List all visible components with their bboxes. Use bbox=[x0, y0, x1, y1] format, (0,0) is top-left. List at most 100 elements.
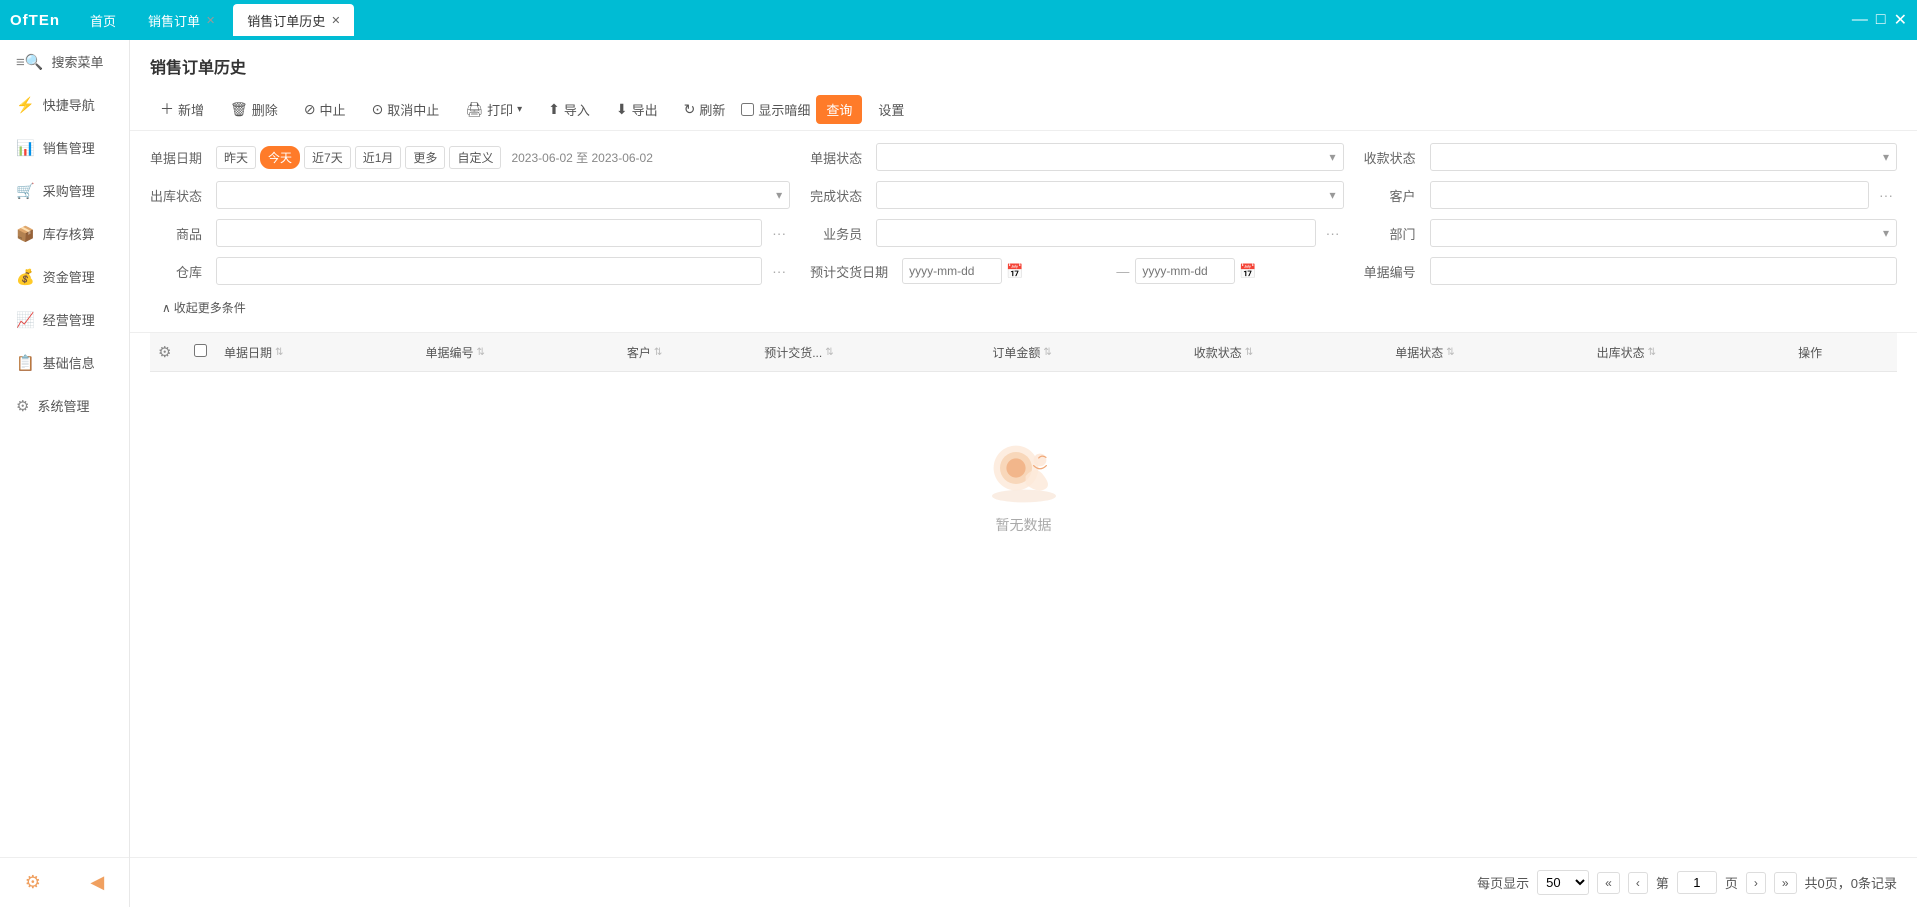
th-customer-sort[interactable]: 客户 ⇅ bbox=[627, 344, 748, 361]
bill-status-select[interactable] bbox=[876, 143, 1343, 171]
sort-receipt-status-icon: ⇅ bbox=[1245, 347, 1253, 358]
table-settings-icon[interactable]: ⚙ bbox=[158, 344, 171, 361]
export-button[interactable]: ⬇ 导出 bbox=[606, 95, 668, 124]
th-order-amount[interactable]: 订单金额 ⇅ bbox=[984, 333, 1185, 372]
display-cols-check[interactable]: 显示暗细 bbox=[741, 100, 810, 119]
import-button[interactable]: ⬆ 导入 bbox=[538, 95, 600, 124]
new-button[interactable]: ＋ 新增 bbox=[150, 94, 214, 124]
sidebar-item-sales-mgmt[interactable]: 📊 销售管理 bbox=[0, 126, 129, 169]
customer-input[interactable] bbox=[1430, 181, 1869, 209]
th-out-status[interactable]: 出库状态 ⇅ bbox=[1589, 333, 1790, 372]
warehouse-label: 仓库 bbox=[150, 262, 210, 281]
purchase-mgmt-icon: 🛒 bbox=[16, 182, 35, 200]
th-bill-no[interactable]: 单据编号 ⇅ bbox=[417, 333, 618, 372]
filter-department: 部门 bbox=[1364, 219, 1897, 247]
customer-ellipsis-btn[interactable]: ··· bbox=[1875, 187, 1897, 203]
th-bill-date-sort[interactable]: 单据日期 ⇅ bbox=[224, 344, 409, 361]
sidebar-item-ops-mgmt[interactable]: 📈 经营管理 bbox=[0, 298, 129, 341]
warehouse-ellipsis-btn[interactable]: ··· bbox=[768, 263, 790, 279]
sidebar-item-search-menu[interactable]: ≡🔍 搜索菜单 bbox=[0, 40, 129, 83]
th-bill-no-sort[interactable]: 单据编号 ⇅ bbox=[425, 344, 610, 361]
calendar-to-icon[interactable]: 📅 bbox=[1239, 263, 1256, 280]
stop-button[interactable]: ⊘ 中止 bbox=[294, 95, 356, 124]
collapse-btn[interactable]: ∧ 收起更多条件 bbox=[150, 295, 1897, 320]
collapse-label: 收起更多条件 bbox=[174, 299, 246, 316]
bill-no-input[interactable] bbox=[1430, 257, 1897, 285]
prev-page-button[interactable]: ‹ bbox=[1628, 872, 1648, 894]
expected-date-from-wrap: 📅 bbox=[902, 258, 1110, 284]
th-bill-status[interactable]: 单据状态 ⇅ bbox=[1387, 333, 1588, 372]
warehouse-input[interactable] bbox=[216, 257, 762, 285]
date-last1m-btn[interactable]: 近1月 bbox=[355, 146, 402, 169]
th-order-amount-sort[interactable]: 订单金额 ⇅ bbox=[992, 344, 1177, 361]
minimize-icon[interactable]: — bbox=[1852, 11, 1868, 29]
sidebar: ≡🔍 搜索菜单 ⚡ 快捷导航 📊 销售管理 🛒 采购管理 📦 库存核算 💰 资金… bbox=[0, 40, 130, 907]
th-customer[interactable]: 客户 ⇅ bbox=[619, 333, 756, 372]
sidebar-collapse-icon[interactable]: ◀ bbox=[84, 866, 110, 899]
sidebar-item-inventory-label: 库存核算 bbox=[43, 224, 95, 243]
delete-button[interactable]: 🗑 删除 bbox=[220, 95, 288, 124]
sidebar-item-purchase-mgmt[interactable]: 🛒 采购管理 bbox=[0, 169, 129, 212]
refresh-button[interactable]: ↻ 刷新 bbox=[674, 95, 736, 124]
tab-home[interactable]: 首页 bbox=[76, 4, 130, 36]
page-number-input[interactable] bbox=[1677, 871, 1717, 894]
cancel-stop-button[interactable]: ⊙ 取消中止 bbox=[362, 95, 450, 124]
date-more-btn[interactable]: 更多 bbox=[405, 146, 445, 169]
receipt-status-select[interactable] bbox=[1430, 143, 1897, 171]
sidebar-item-sys-mgmt[interactable]: ⚙ 系统管理 bbox=[0, 384, 129, 427]
sort-out-status-icon: ⇅ bbox=[1648, 347, 1656, 358]
date-yesterday-btn[interactable]: 昨天 bbox=[216, 146, 256, 169]
calendar-from-icon[interactable]: 📅 bbox=[1006, 263, 1023, 280]
th-expected-delivery[interactable]: 预计交货... ⇅ bbox=[756, 333, 984, 372]
th-receipt-status[interactable]: 收款状态 ⇅ bbox=[1186, 333, 1387, 372]
product-ellipsis-btn[interactable]: ··· bbox=[768, 225, 790, 241]
salesperson-input[interactable] bbox=[876, 219, 1315, 247]
expected-date-from-input[interactable] bbox=[902, 258, 1002, 284]
expected-date-to-input[interactable] bbox=[1135, 258, 1235, 284]
sidebar-item-finance[interactable]: 💰 资金管理 bbox=[0, 255, 129, 298]
th-receipt-status-sort[interactable]: 收款状态 ⇅ bbox=[1194, 344, 1379, 361]
sidebar-item-basic-info[interactable]: 📋 基础信息 bbox=[0, 341, 129, 384]
date-today-btn[interactable]: 今天 bbox=[260, 146, 300, 169]
th-bill-status-sort[interactable]: 单据状态 ⇅ bbox=[1395, 344, 1580, 361]
sidebar-item-quick-nav[interactable]: ⚡ 快捷导航 bbox=[0, 83, 129, 126]
filter-receipt-status: 收款状态 bbox=[1364, 143, 1897, 171]
th-action: 操作 bbox=[1790, 333, 1897, 372]
salesperson-ellipsis-btn[interactable]: ··· bbox=[1322, 225, 1344, 241]
tab-sales-order-history-close[interactable]: ✕ bbox=[331, 14, 340, 27]
product-input[interactable] bbox=[216, 219, 762, 247]
query-button[interactable]: 查询 bbox=[816, 95, 862, 124]
date-custom-btn[interactable]: 自定义 bbox=[449, 146, 501, 169]
th-expected-delivery-sort[interactable]: 预计交货... ⇅ bbox=[764, 344, 976, 361]
last-page-button[interactable]: » bbox=[1774, 872, 1797, 894]
inventory-icon: 📦 bbox=[16, 225, 35, 243]
tab-sales-order-history[interactable]: 销售订单历史 ✕ bbox=[233, 4, 354, 36]
next-page-button[interactable]: › bbox=[1746, 872, 1766, 894]
th-out-status-sort[interactable]: 出库状态 ⇅ bbox=[1597, 344, 1782, 361]
display-cols-label: 显示暗细 bbox=[758, 100, 810, 119]
tab-sales-order-close[interactable]: ✕ bbox=[206, 14, 215, 27]
out-status-label: 出库状态 bbox=[150, 186, 210, 205]
print-button[interactable]: 🖨 打印 ▾ bbox=[455, 95, 532, 124]
total-label: 共0页，0条记录 bbox=[1805, 873, 1897, 892]
maximize-icon[interactable]: □ bbox=[1876, 11, 1886, 29]
select-all-checkbox[interactable] bbox=[194, 344, 207, 357]
page-size-select[interactable]: 20 50 100 bbox=[1537, 870, 1589, 895]
th-bill-date[interactable]: 单据日期 ⇅ bbox=[216, 333, 417, 372]
page-word: 第 bbox=[1656, 873, 1669, 892]
out-status-select[interactable] bbox=[216, 181, 790, 209]
sidebar-settings-icon[interactable]: ⚙ bbox=[19, 866, 47, 899]
date-last7-btn[interactable]: 近7天 bbox=[304, 146, 351, 169]
page-title: 销售订单历史 bbox=[130, 40, 1917, 88]
close-icon[interactable]: ✕ bbox=[1894, 10, 1907, 30]
complete-status-select[interactable] bbox=[876, 181, 1343, 209]
search-menu-icon: ≡🔍 bbox=[16, 53, 43, 71]
settings-button[interactable]: 设置 bbox=[868, 95, 914, 124]
first-page-button[interactable]: « bbox=[1597, 872, 1620, 894]
tab-sales-order[interactable]: 销售订单 ✕ bbox=[134, 4, 229, 36]
display-cols-checkbox[interactable] bbox=[741, 103, 754, 116]
sidebar-item-inventory[interactable]: 📦 库存核算 bbox=[0, 212, 129, 255]
filter-row-1: 单据日期 昨天 今天 近7天 近1月 更多 自定义 2023-06-02 至 2… bbox=[150, 143, 1897, 171]
top-bar: OfTEn 首页 销售订单 ✕ 销售订单历史 ✕ — □ ✕ bbox=[0, 0, 1917, 40]
department-select[interactable] bbox=[1430, 219, 1897, 247]
